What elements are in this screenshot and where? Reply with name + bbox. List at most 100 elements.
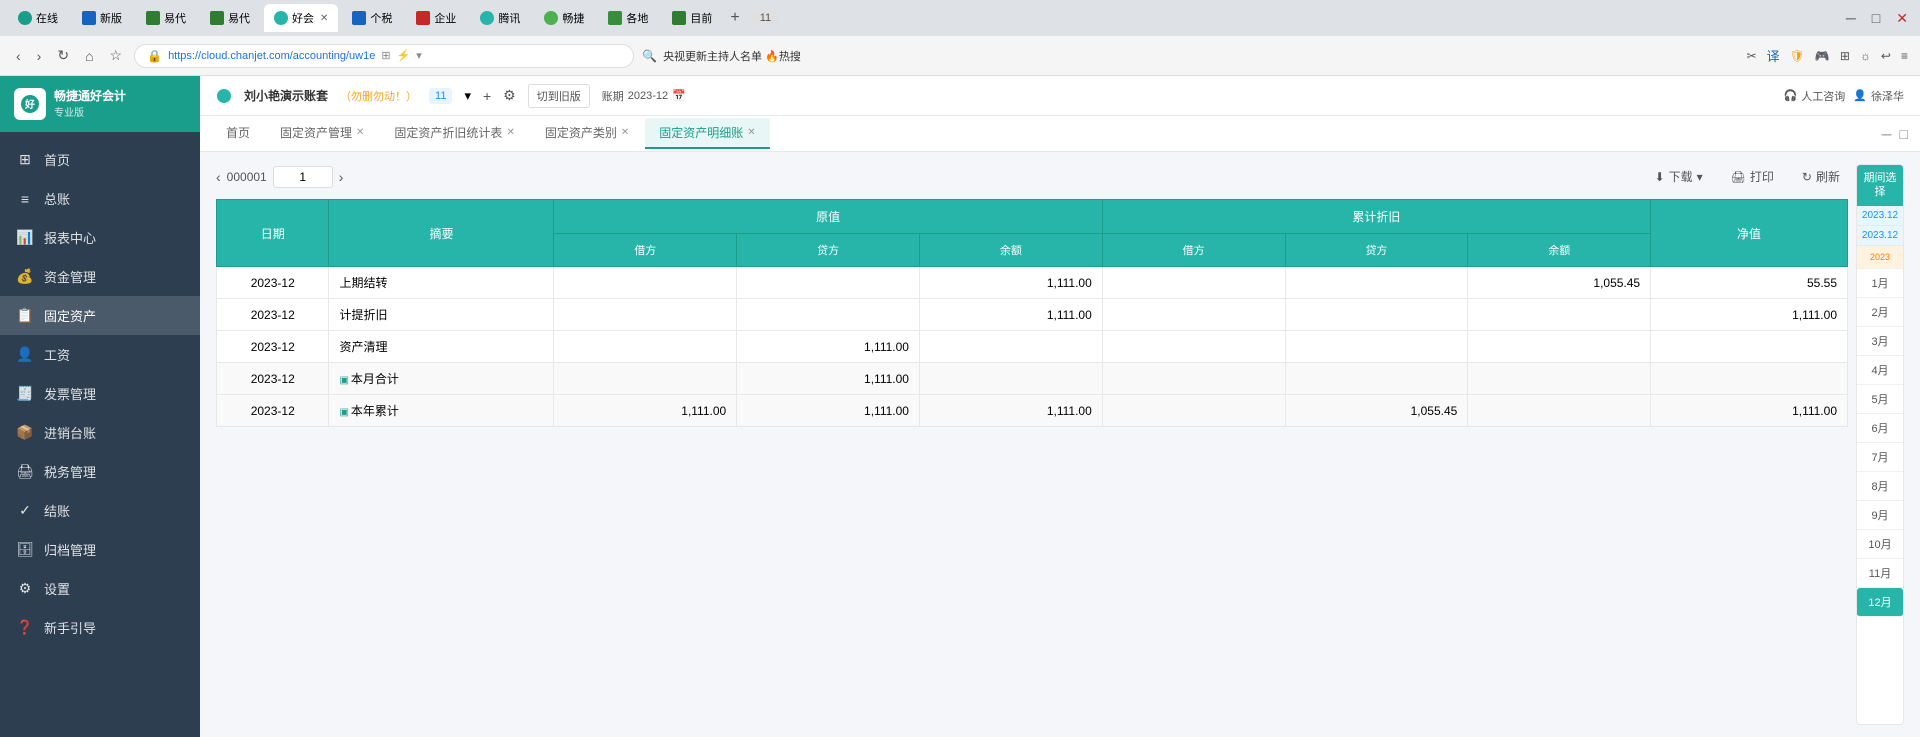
print-button[interactable]: 🖨 打印 [1723,164,1782,189]
translate-icon[interactable]: 译 [1767,46,1780,65]
scissors-icon[interactable]: ✂ [1747,49,1757,63]
close-window-button[interactable]: ✕ [1892,6,1912,31]
add-account-button[interactable]: + [483,88,491,104]
period-item-year[interactable]: 2023 [1857,246,1903,269]
close-tab-icon[interactable]: ✕ [320,13,328,24]
sidebar-label-closing: 结账 [44,501,70,520]
reload-button[interactable]: ↻ [53,43,73,68]
new-tab-button[interactable]: + [726,9,743,27]
browser-tab-tencent[interactable]: 腾讯 [470,4,530,32]
browser-tab-enterprise[interactable]: 企业 [406,4,466,32]
dropdown-icon: ▾ [416,49,422,62]
period-item-sep[interactable]: 9月 [1857,501,1903,530]
period-item-apr[interactable]: 4月 [1857,356,1903,385]
maximize-button[interactable]: □ [1868,6,1884,30]
sidebar-item-stock[interactable]: 📦 进销台账 [0,413,200,452]
browser-tab-changjie[interactable]: 畅捷 [534,4,594,32]
period-item-jul[interactable]: 7月 [1857,443,1903,472]
tab-asset-ledger[interactable]: 固定资产明细账 ✕ [645,118,769,149]
next-page-button[interactable]: › [339,169,344,185]
user-button[interactable]: 👤 徐泽华 [1853,88,1904,104]
tab-fixed-management[interactable]: 固定资产管理 ✕ [266,118,378,149]
period-item-jun[interactable]: 6月 [1857,414,1903,443]
browser-chrome: 在线 新版 易代 易代 好会 ✕ 个税 企业 腾讯 [0,0,1920,76]
switch-version-button[interactable]: 切到旧版 [528,84,590,108]
undo-icon[interactable]: ↩ [1881,49,1891,63]
gamepad-icon[interactable]: 🎮 [1815,49,1830,63]
cell-accum-balance: 1,055.45 [1468,267,1651,299]
sidebar-label-payroll: 工资 [44,345,70,364]
close-tab-management-icon[interactable]: ✕ [356,127,364,138]
period-item-aug[interactable]: 8月 [1857,472,1903,501]
browser-tab-new[interactable]: 新版 [72,4,132,32]
browser-tab-gedi[interactable]: 各地 [598,4,658,32]
browser-toolbar-icons: ✂ 译 🛡 🎮 ⊞ ☼ ↩ ≡ [1747,46,1908,65]
forward-button[interactable]: › [33,44,46,68]
browser-tab-yidai1[interactable]: 易代 [136,4,196,32]
sidebar-item-reports[interactable]: 📊 报表中心 [0,218,200,257]
bookmark-button[interactable]: ☆ [106,43,127,68]
period-item-oct[interactable]: 10月 [1857,530,1903,559]
prev-page-button[interactable]: ‹ [216,169,221,185]
sidebar-item-tax[interactable]: 🖨 税务管理 [0,452,200,491]
sidebar-item-archive[interactable]: 🗄 归档管理 [0,530,200,569]
tab-home[interactable]: 首页 [212,118,264,149]
period-item-feb[interactable]: 2月 [1857,298,1903,327]
browser-tab-online[interactable]: 在线 [8,4,68,32]
page-number-input[interactable] [273,166,333,188]
period-label: 账期 [602,88,624,104]
shield-icon[interactable]: 🛡 [1790,49,1805,63]
download-button[interactable]: ⬇ 下载 ▾ [1647,164,1711,189]
home-button[interactable]: ⌂ [81,44,97,68]
minimize-button[interactable]: ─ [1842,6,1860,30]
sidebar-item-funds[interactable]: 💰 资金管理 [0,257,200,296]
grid-icon[interactable]: ⊞ [1840,49,1850,63]
tab-depreciation-stats[interactable]: 固定资产折旧统计表 ✕ [380,118,528,149]
sidebar-item-invoice[interactable]: 🧾 发票管理 [0,374,200,413]
settings-small-button[interactable]: ⚙ [503,87,516,104]
cell-summary: ▣本年累计 [329,395,554,427]
sidebar-item-guide[interactable]: ❓ 新手引导 [0,608,200,647]
browser-tab-muqian[interactable]: 目前 [662,4,722,32]
brightness-icon[interactable]: ☼ [1860,49,1871,63]
close-tab-category-icon[interactable]: ✕ [621,127,629,138]
support-button[interactable]: 🎧 人工咨询 [1784,88,1846,104]
sidebar-item-home[interactable]: ⊞ 首页 [0,140,200,179]
period-item-may[interactable]: 5月 [1857,385,1903,414]
browser-tab-haokuai[interactable]: 好会 ✕ [264,4,338,32]
dropdown-arrow-button[interactable]: ▾ [464,88,471,104]
period-item-jan[interactable]: 1月 [1857,269,1903,298]
cell-accum-credit [1285,299,1468,331]
table-row: 2023-12 资产清理 1,111.00 [217,331,1848,363]
period-item-nov[interactable]: 11月 [1857,559,1903,588]
menu-icon[interactable]: ≡ [1901,49,1908,63]
cell-accum-debit [1102,267,1285,299]
cell-orig-balance [919,331,1102,363]
window-maximize-button[interactable]: □ [1900,126,1908,142]
close-tab-stats-icon[interactable]: ✕ [506,127,514,138]
sidebar-item-general[interactable]: ≡ 总账 [0,179,200,218]
back-button[interactable]: ‹ [12,44,25,68]
cell-summary: 上期结转 [329,267,554,299]
sidebar-label-settings: 设置 [44,579,70,598]
archive-icon: 🗄 [16,541,34,559]
period-item-mar[interactable]: 3月 [1857,327,1903,356]
period-item-dec[interactable]: 12月 [1857,588,1903,617]
account-name: 刘小艳演示账套 [244,87,328,104]
sidebar-item-payroll[interactable]: 👤 工资 [0,335,200,374]
sidebar-item-settings[interactable]: ⚙ 设置 [0,569,200,608]
period-info: 账期 2023-12 📅 [602,88,686,104]
page-navigation: ‹ 000001 › [216,166,343,188]
refresh-button[interactable]: ↻ 刷新 [1794,164,1848,189]
address-bar[interactable]: 🔒 https://cloud.chanjet.com/accounting/u… [134,44,634,68]
brand-name: 畅捷通好会计 [54,89,126,105]
sidebar-item-closing[interactable]: ✓ 结账 [0,491,200,530]
browser-tab-geshui[interactable]: 个税 [342,4,402,32]
window-minimize-button[interactable]: ─ [1882,126,1892,142]
search-icon: 🔍 [642,49,657,63]
sidebar-item-fixed[interactable]: 📋 固定资产 [0,296,200,335]
browser-tab-yidai2[interactable]: 易代 [200,4,260,32]
tab-asset-category[interactable]: 固定资产类别 ✕ [531,118,643,149]
cell-accum-credit [1285,331,1468,363]
close-tab-ledger-icon[interactable]: ✕ [747,127,755,138]
